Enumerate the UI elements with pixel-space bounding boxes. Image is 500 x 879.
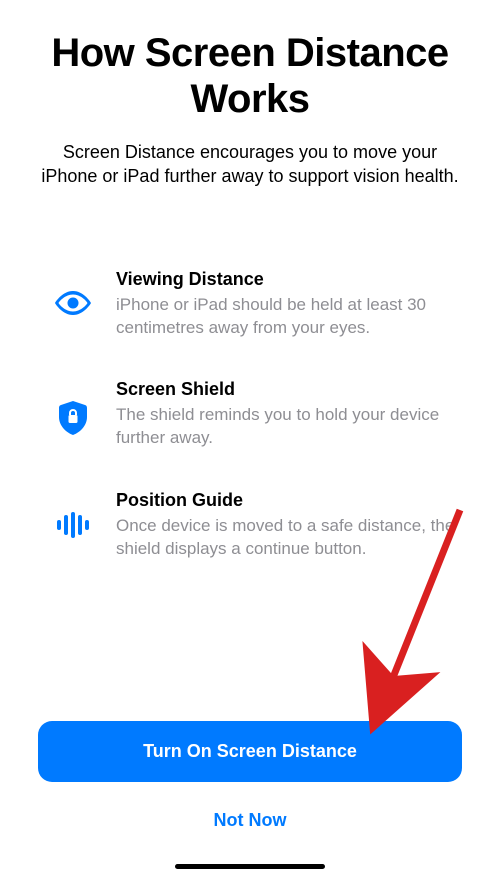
page-subtitle: Screen Distance encourages you to move y… — [38, 140, 462, 189]
feature-screen-shield: Screen Shield The shield reminds you to … — [52, 379, 462, 450]
actions: Turn On Screen Distance Not Now — [38, 721, 462, 879]
shield-icon — [52, 379, 94, 435]
feature-position-guide: Position Guide Once device is moved to a… — [52, 490, 462, 561]
feature-title: Screen Shield — [116, 379, 462, 400]
feature-title: Position Guide — [116, 490, 462, 511]
audio-bars-icon — [52, 490, 94, 538]
eye-icon — [52, 269, 94, 315]
feature-description: Once device is moved to a safe distance,… — [116, 515, 462, 561]
not-now-button[interactable]: Not Now — [38, 802, 462, 839]
page-title: How Screen Distance Works — [38, 30, 462, 122]
home-indicator[interactable] — [175, 864, 325, 869]
feature-title: Viewing Distance — [116, 269, 462, 290]
feature-description: The shield reminds you to hold your devi… — [116, 404, 462, 450]
feature-description: iPhone or iPad should be held at least 3… — [116, 294, 462, 340]
feature-viewing-distance: Viewing Distance iPhone or iPad should b… — [52, 269, 462, 340]
features-list: Viewing Distance iPhone or iPad should b… — [38, 269, 462, 721]
turn-on-button[interactable]: Turn On Screen Distance — [38, 721, 462, 782]
